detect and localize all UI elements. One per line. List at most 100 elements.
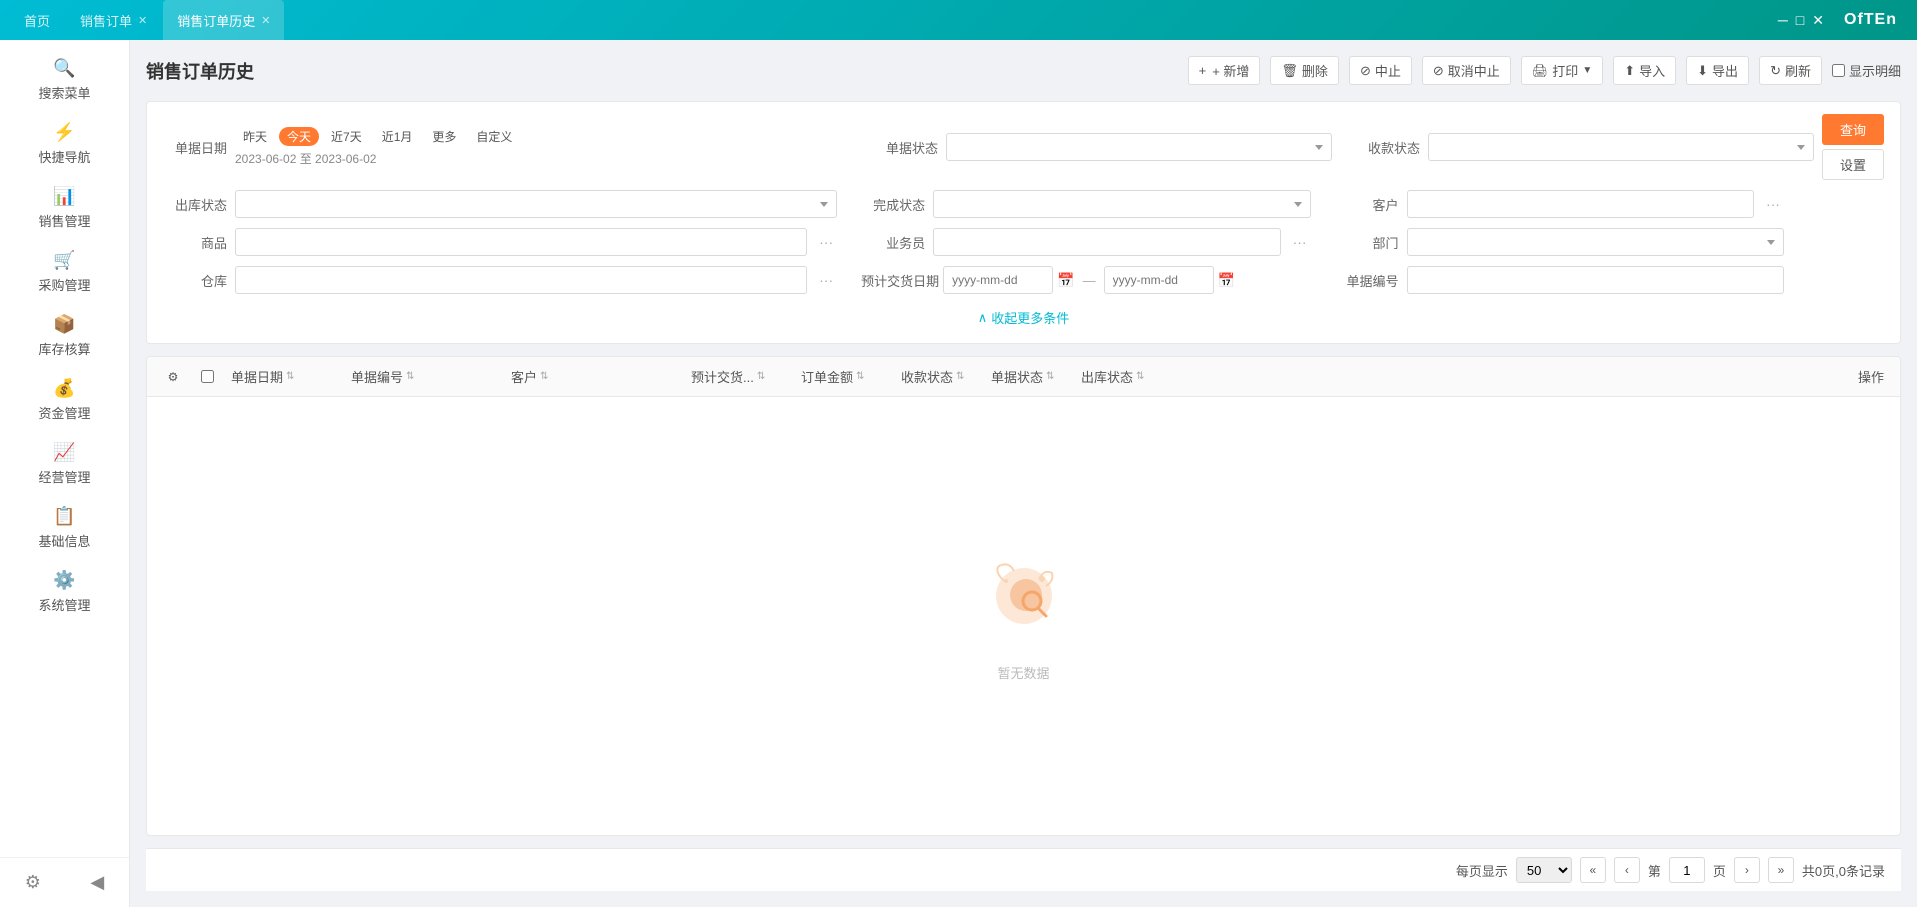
- order-number-label: 单据编号: [1335, 271, 1399, 290]
- top-bar: 首页 销售订单 ✕ 销售订单历史 ✕ ─ □ ✕ OfTEn: [0, 0, 1917, 40]
- complete-status-label: 完成状态: [861, 195, 925, 214]
- sidebar-item-inventory[interactable]: 📦 库存核算: [0, 304, 129, 368]
- page-title: 销售订单历史: [146, 58, 254, 84]
- department-select[interactable]: [1407, 228, 1784, 256]
- sidebar-collapse-btn[interactable]: ◀: [86, 868, 108, 897]
- outbound-status-label: 出库状态: [163, 195, 227, 214]
- tab-bar: 首页 销售订单 ✕ 销售订单历史 ✕: [10, 0, 1768, 40]
- page-content: 销售订单历史 + + 新增 🗑 删除 ⊘ 中止 ⊘: [130, 40, 1917, 907]
- export-button[interactable]: ⬇ 导出: [1686, 56, 1749, 85]
- date-tag-7days[interactable]: 近7天: [323, 127, 370, 146]
- delivery-date-end[interactable]: [1104, 266, 1214, 294]
- th-client[interactable]: 客户 ⇅: [503, 367, 683, 386]
- stop-button[interactable]: ⊘ 中止: [1349, 56, 1412, 85]
- show-detail-label[interactable]: 显示明细: [1832, 61, 1901, 80]
- empty-state: 暂无数据: [147, 397, 1900, 835]
- sidebar-item-sales-mgmt[interactable]: 📊 销售管理: [0, 176, 129, 240]
- sidebar: 🔍 搜索菜单 ⚡ 快捷导航 📊 销售管理 🛒 采购管理 📦 库存核算 💰 资金管…: [0, 40, 130, 907]
- th-delivery[interactable]: 预计交货... ⇅: [683, 367, 793, 386]
- toolbar: + + 新增 🗑 删除 ⊘ 中止 ⊘ 取消中止: [1188, 56, 1901, 85]
- tab-sales-order-history[interactable]: 销售订单历史 ✕: [163, 0, 284, 40]
- date-range-text: 2023-06-02 至 2023-06-02: [235, 150, 850, 167]
- new-button[interactable]: + + 新增: [1188, 56, 1261, 85]
- sidebar-item-quick-nav[interactable]: ⚡ 快捷导航: [0, 112, 129, 176]
- warehouse-input[interactable]: [235, 266, 807, 294]
- date-tag-yesterday[interactable]: 昨天: [235, 127, 275, 146]
- sidebar-settings-btn[interactable]: ⚙: [21, 868, 45, 897]
- tab-sales-order-history-close[interactable]: ✕: [261, 14, 270, 27]
- order-number-input[interactable]: [1407, 266, 1784, 294]
- date-tag-more[interactable]: 更多: [424, 127, 464, 146]
- payment-status-select[interactable]: [1428, 133, 1814, 161]
- system-icon: ⚙️: [53, 570, 75, 591]
- delete-button[interactable]: 🗑 删除: [1270, 56, 1339, 85]
- page-size-select[interactable]: 50 10 20 100: [1516, 857, 1572, 883]
- customer-input[interactable]: [1407, 190, 1754, 218]
- date-tag-today[interactable]: 今天: [279, 127, 319, 146]
- page-input[interactable]: [1669, 857, 1705, 883]
- filter-order-number-field: 单据编号: [1335, 266, 1784, 294]
- date-tag-custom[interactable]: 自定义: [468, 127, 520, 146]
- th-gear[interactable]: ⚙: [155, 370, 191, 384]
- filter-payment-status-field: 收款状态: [1356, 133, 1814, 161]
- th-payment[interactable]: 收款状态 ⇅: [893, 367, 983, 386]
- first-page-button[interactable]: «: [1580, 857, 1606, 883]
- th-amount[interactable]: 订单金额 ⇅: [793, 367, 893, 386]
- collapse-bar[interactable]: ∧ 收起更多条件: [163, 304, 1884, 331]
- date-tag-1month[interactable]: 近1月: [374, 127, 421, 146]
- table-area: ⚙ 单据日期 ⇅ 单据编号 ⇅ 客户 ⇅: [146, 356, 1901, 836]
- salesperson-input[interactable]: [933, 228, 1280, 256]
- product-label: 商品: [163, 233, 227, 252]
- sidebar-item-finance[interactable]: 💰 资金管理: [0, 368, 129, 432]
- delivery-date-end-cal-icon[interactable]: 📅: [1218, 272, 1235, 289]
- show-detail-checkbox[interactable]: [1832, 64, 1845, 77]
- date-sort-icon: ⇅: [286, 371, 294, 382]
- maximize-icon[interactable]: □: [1796, 12, 1804, 28]
- query-button[interactable]: 查询: [1822, 114, 1884, 145]
- sidebar-item-search-menu[interactable]: 🔍 搜索菜单: [0, 48, 129, 112]
- delivery-date-start[interactable]: [943, 266, 1053, 294]
- filter-row-3: 商品 ··· 业务员 ··· 部门: [163, 228, 1884, 256]
- th-date[interactable]: 单据日期 ⇅: [223, 367, 343, 386]
- settings-button[interactable]: 设置: [1822, 149, 1884, 180]
- select-all-checkbox[interactable]: [201, 370, 214, 383]
- order-status-select[interactable]: [946, 133, 1332, 161]
- inventory-icon: 📦: [53, 314, 75, 335]
- tab-sales-order[interactable]: 销售订单 ✕: [66, 0, 161, 40]
- next-page-button[interactable]: ›: [1734, 857, 1760, 883]
- product-input[interactable]: [235, 228, 807, 256]
- print-button[interactable]: 🖨 打印 ▼: [1521, 56, 1603, 85]
- empty-state-illustration: [974, 551, 1074, 651]
- last-page-button[interactable]: »: [1768, 857, 1794, 883]
- number-sort-icon: ⇅: [406, 371, 414, 382]
- cancel-stop-button[interactable]: ⊘ 取消中止: [1422, 56, 1511, 85]
- filter-salesperson-field: 业务员 ···: [861, 228, 1310, 256]
- th-checkbox[interactable]: [191, 370, 223, 383]
- import-button[interactable]: ⬆ 导入: [1613, 56, 1676, 85]
- th-status[interactable]: 单据状态 ⇅: [983, 367, 1073, 386]
- tab-sales-order-close[interactable]: ✕: [138, 14, 147, 27]
- sidebar-item-system[interactable]: ⚙️ 系统管理: [0, 560, 129, 624]
- sidebar-item-purchase-mgmt[interactable]: 🛒 采购管理: [0, 240, 129, 304]
- prev-page-button[interactable]: ‹: [1614, 857, 1640, 883]
- outbound-status-select[interactable]: [235, 190, 837, 218]
- sidebar-item-basic-info[interactable]: 📋 基础信息: [0, 496, 129, 560]
- print-icon: 🖨: [1532, 63, 1549, 79]
- filter-panel: 单据日期 昨天 今天 近7天 近1月 更多 自定义 2023-06-02 至 2…: [146, 101, 1901, 344]
- salesperson-dots-icon[interactable]: ···: [1289, 234, 1311, 250]
- delivery-date-start-cal-icon[interactable]: 📅: [1057, 272, 1074, 289]
- product-dots-icon[interactable]: ···: [815, 234, 837, 250]
- close-icon[interactable]: ✕: [1812, 12, 1824, 29]
- payment-sort-icon: ⇅: [956, 371, 964, 382]
- collapse-up-icon: ∧: [978, 310, 988, 326]
- customer-dots-icon[interactable]: ···: [1762, 196, 1784, 212]
- refresh-button[interactable]: ↻ 刷新: [1759, 56, 1822, 85]
- th-number[interactable]: 单据编号 ⇅: [343, 367, 503, 386]
- outbound-sort-icon: ⇅: [1136, 371, 1144, 382]
- minimize-icon[interactable]: ─: [1778, 12, 1788, 28]
- tab-home[interactable]: 首页: [10, 0, 64, 40]
- complete-status-select[interactable]: [933, 190, 1310, 218]
- th-outbound[interactable]: 出库状态 ⇅: [1073, 367, 1812, 386]
- sidebar-item-operations[interactable]: 📈 经营管理: [0, 432, 129, 496]
- warehouse-dots-icon[interactable]: ···: [815, 272, 837, 288]
